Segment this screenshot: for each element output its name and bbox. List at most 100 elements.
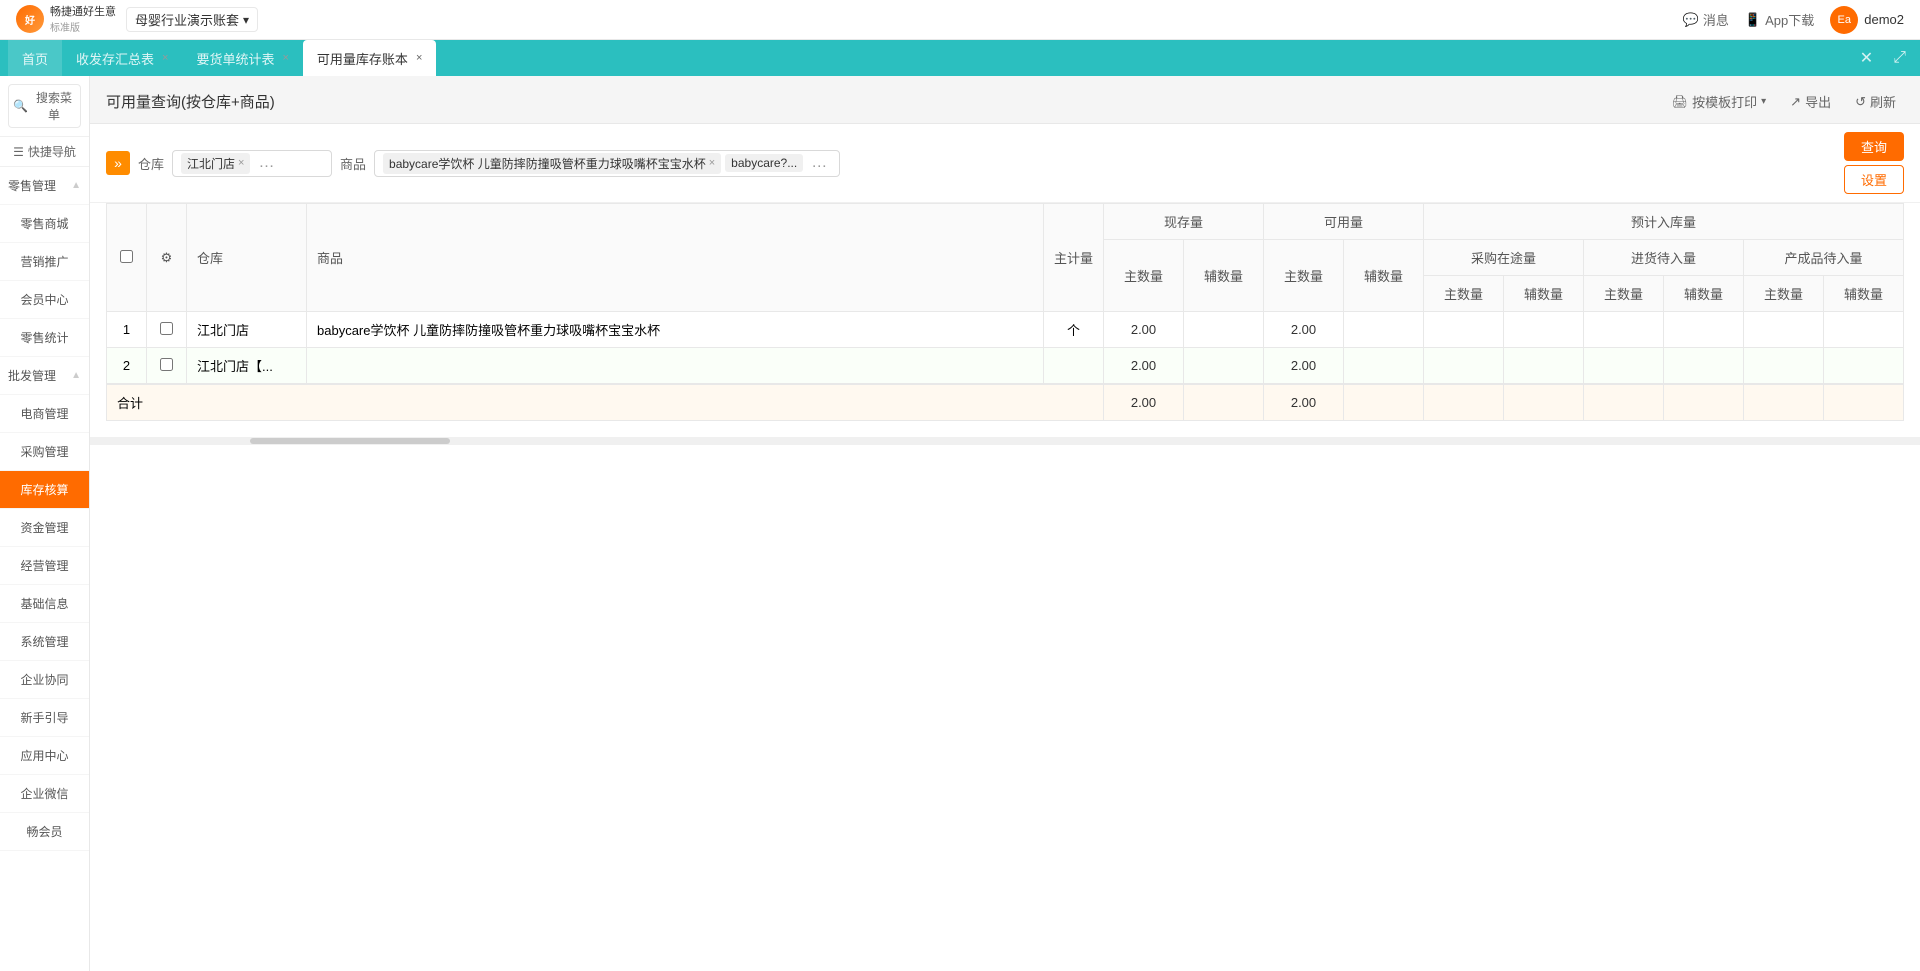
product-tag-2: babycare?... — [725, 154, 803, 172]
user-area[interactable]: Ea demo2 — [1830, 6, 1904, 34]
app-download-btn[interactable]: 📱 App下载 — [1745, 10, 1814, 29]
incoming-main-header: 主数量 — [1584, 276, 1664, 312]
purchase-transit-header: 采购在途量 — [1424, 240, 1584, 276]
product-tag-1: babycare学饮杯 儿童防摔防撞吸管杯重力球吸嘴杯宝宝水杯 × — [383, 153, 721, 174]
search-menu-btn[interactable]: 🔍 搜索菜单 — [8, 84, 81, 128]
current-stock-group-header: 现存量 — [1104, 204, 1264, 240]
ecommerce-label: 电商管理 — [20, 405, 68, 422]
row1-checkbox[interactable] — [160, 322, 173, 335]
filter-toggle-btn[interactable]: » — [106, 151, 130, 175]
logo-area: 好 畅捷通好生意 标准版 — [16, 5, 116, 34]
total-incoming-aux — [1664, 384, 1744, 421]
member-label: 会员中心 — [20, 291, 68, 308]
tab-avail-stock[interactable]: 可用量库存账本 × — [303, 40, 436, 76]
avatar-text: Ea — [1838, 14, 1851, 26]
username-label: demo2 — [1864, 12, 1904, 27]
forecast-in-group-header: 预计入库量 — [1424, 204, 1904, 240]
export-label: 导出 — [1805, 92, 1831, 111]
total-stock-main: 2.00 — [1104, 384, 1184, 421]
nav-close-all-btn[interactable]: ✕ — [1854, 46, 1879, 70]
sidebar-item-wholesale[interactable]: 批发管理 ▲ — [0, 357, 89, 395]
product-more-btn[interactable]: … — [807, 154, 831, 172]
settings-icon[interactable]: ⚙ — [161, 250, 173, 265]
sidebar-item-retail-shop[interactable]: 零售商城 — [0, 205, 89, 243]
warehouse-tag-close[interactable]: × — [238, 157, 244, 169]
filter-area: » 仓库 江北门店 × … 商品 babycare学饮杯 儿童防摔防撞吸管杯重力… — [90, 124, 1920, 203]
warehouse-more-btn[interactable]: … — [254, 154, 278, 172]
sidebar-item-guide[interactable]: 新手引导 — [0, 699, 89, 737]
tab-summary[interactable]: 收发存汇总表 × — [62, 40, 182, 76]
product-tag-1-close[interactable]: × — [709, 157, 715, 169]
system-label: 系统管理 — [20, 633, 68, 650]
quick-nav-btn[interactable]: ☰ 快捷导航 — [0, 137, 89, 167]
sidebar-item-purchase[interactable]: 采购管理 — [0, 433, 89, 471]
tab-home[interactable]: 首页 — [8, 40, 62, 76]
row2-purchase-main — [1424, 348, 1504, 385]
summary-tab-label: 收发存汇总表 — [76, 49, 154, 68]
refresh-btn[interactable]: ↺ 刷新 — [1847, 88, 1904, 115]
product-filter-input[interactable]: babycare学饮杯 儿童防摔防撞吸管杯重力球吸嘴杯宝宝水杯 × babyca… — [374, 150, 840, 177]
tab-order-stat[interactable]: 要货单统计表 × — [182, 40, 302, 76]
sidebar-item-finance[interactable]: 资金管理 — [0, 509, 89, 547]
product-main-header: 主数量 — [1744, 276, 1824, 312]
sidebar-search-area: 🔍 搜索菜单 — [0, 76, 89, 137]
sidebar-item-basic-info[interactable]: 基础信息 — [0, 585, 89, 623]
export-btn[interactable]: ↗ 导出 — [1782, 88, 1839, 115]
total-product-aux — [1824, 384, 1904, 421]
row2-checkbox[interactable] — [160, 358, 173, 371]
template-print-btn[interactable]: 🖨 按模板打印 ▾ — [1664, 88, 1775, 115]
export-icon: ↗ — [1790, 94, 1801, 110]
col-product-header: 商品 — [307, 204, 1044, 312]
sidebar-item-inventory[interactable]: 库存核算 — [0, 471, 89, 509]
select-all-checkbox[interactable] — [120, 250, 133, 263]
row2-avail-main: 2.00 — [1264, 348, 1344, 385]
row2-avail-aux — [1344, 348, 1424, 385]
query-btn[interactable]: 查询 — [1844, 132, 1904, 161]
sidebar-item-marketing[interactable]: 营销推广 — [0, 243, 89, 281]
page-actions: 🖨 按模板打印 ▾ ↗ 导出 ↺ 刷新 — [1664, 88, 1904, 115]
row2-select[interactable] — [147, 348, 187, 385]
sidebar-item-retail-mgmt[interactable]: 零售管理 ▲ — [0, 167, 89, 205]
sidebar-item-operations[interactable]: 经营管理 — [0, 547, 89, 585]
row1-purchase-main — [1424, 312, 1504, 348]
sidebar-item-retail-stat[interactable]: 零售统计 — [0, 319, 89, 357]
nav-icon: ☰ — [13, 145, 24, 159]
row1-warehouse: 江北门店 — [187, 312, 307, 348]
arrow-icon: ▲ — [71, 180, 81, 191]
settings-btn[interactable]: 设置 — [1844, 165, 1904, 194]
guide-label: 新手引导 — [20, 709, 68, 726]
page-header: 可用量查询(按仓库+商品) 🖨 按模板打印 ▾ ↗ 导出 ↺ 刷新 — [90, 76, 1920, 124]
sidebar-item-system[interactable]: 系统管理 — [0, 623, 89, 661]
avail-stock-tab-label: 可用量库存账本 — [317, 49, 408, 68]
message-icon: 💬 — [1683, 12, 1699, 28]
sidebar-item-vip[interactable]: 畅会员 — [0, 813, 89, 851]
tab-close-summary[interactable]: × — [162, 52, 168, 64]
sidebar-item-ecommerce[interactable]: 电商管理 — [0, 395, 89, 433]
incoming-aux-header: 辅数量 — [1664, 276, 1744, 312]
warehouse-filter-input[interactable]: 江北门店 × … — [172, 150, 332, 177]
row1-no: 1 — [107, 312, 147, 348]
operations-label: 经营管理 — [20, 557, 68, 574]
top-bar-left: 好 畅捷通好生意 标准版 母婴行业演示账套 — [16, 5, 258, 34]
purchase-aux-header: 辅数量 — [1504, 276, 1584, 312]
row2-product-aux — [1824, 348, 1904, 385]
wechat-label: 企业微信 — [20, 785, 68, 802]
industry-label: 母婴行业演示账套 — [135, 10, 239, 29]
avatar: Ea — [1830, 6, 1858, 34]
sidebar-item-wechat[interactable]: 企业微信 — [0, 775, 89, 813]
total-stock-aux — [1184, 384, 1264, 421]
logo-sub: 标准版 — [50, 19, 116, 34]
tab-close-order-stat[interactable]: × — [282, 52, 288, 64]
sidebar-item-enterprise[interactable]: 企业协同 — [0, 661, 89, 699]
sidebar-item-member[interactable]: 会员中心 — [0, 281, 89, 319]
table-container: ⚙ 仓库 商品 主计量 现存量 可用量 预计入库量 主数量 辅数量 — [90, 203, 1920, 437]
message-btn[interactable]: 💬 消息 — [1683, 10, 1729, 29]
incoming-pending-header: 进货待入量 — [1584, 240, 1744, 276]
nav-expand-btn[interactable]: ⤢ — [1887, 47, 1912, 69]
tab-close-avail-stock[interactable]: × — [416, 52, 422, 64]
row1-select[interactable] — [147, 312, 187, 348]
total-product-main — [1744, 384, 1824, 421]
scroll-thumb[interactable] — [250, 438, 450, 444]
sidebar-item-app-center[interactable]: 应用中心 — [0, 737, 89, 775]
industry-selector[interactable]: 母婴行业演示账套 — [126, 7, 258, 32]
